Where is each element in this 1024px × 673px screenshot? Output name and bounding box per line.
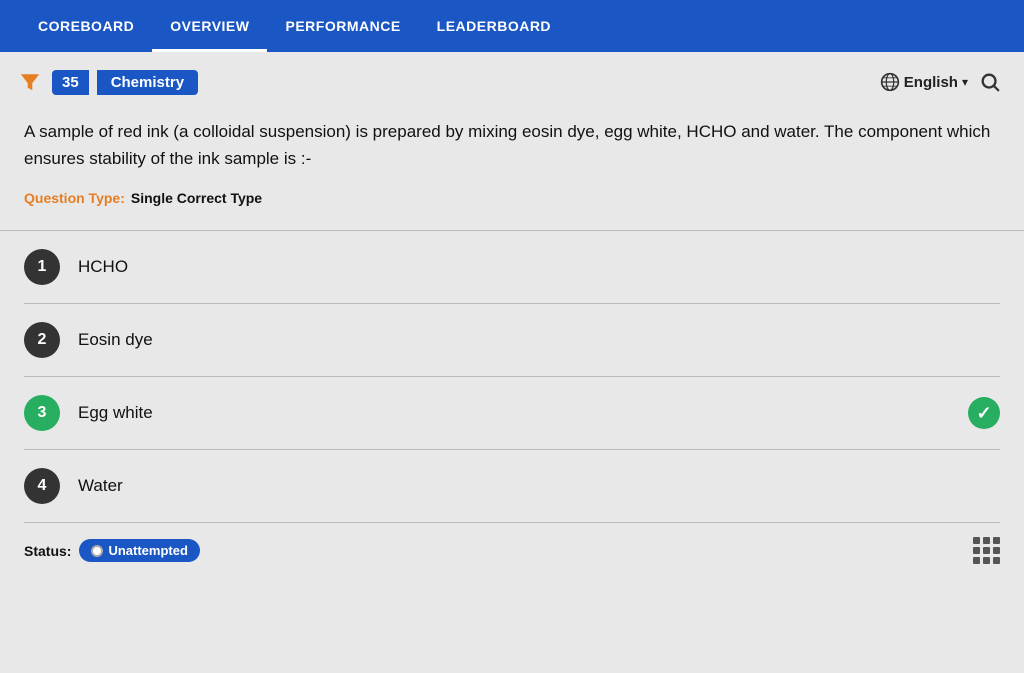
status-row: Status: Unattempted <box>0 523 1024 574</box>
option-4-row[interactable]: 4 Water <box>24 450 1000 523</box>
option-1-circle: 1 <box>24 249 60 285</box>
grid-icon[interactable] <box>973 537 1000 564</box>
status-section: Status: Unattempted <box>24 539 200 562</box>
options-list: 1 HCHO 2 Eosin dye 3 Egg white ✓ 4 Water <box>0 231 1024 523</box>
chevron-down-icon: ▾ <box>962 75 968 89</box>
nav-performance[interactable]: PERFORMANCE <box>267 0 418 52</box>
search-button[interactable] <box>976 68 1004 96</box>
option-2-text: Eosin dye <box>78 330 153 350</box>
correct-answer-mark: ✓ <box>968 397 1000 429</box>
filter-icon[interactable] <box>16 68 44 96</box>
option-4-text: Water <box>78 476 123 496</box>
status-label: Status: <box>24 543 71 559</box>
status-badge: Unattempted <box>79 539 199 562</box>
option-4-circle: 4 <box>24 468 60 504</box>
option-2-row[interactable]: 2 Eosin dye <box>24 304 1000 377</box>
status-icon <box>91 545 103 557</box>
globe-icon <box>880 72 900 92</box>
navigation-bar: COREBOARD OVERVIEW PERFORMANCE LEADERBOA… <box>0 0 1024 52</box>
question-number: 35 <box>52 70 89 95</box>
language-label: English <box>904 74 958 91</box>
nav-coreboard[interactable]: COREBOARD <box>20 0 152 52</box>
nav-overview[interactable]: OVERVIEW <box>152 0 267 52</box>
question-type-value: Single Correct Type <box>131 190 262 206</box>
search-icon <box>979 71 1001 93</box>
header-row: 35 Chemistry English ▾ <box>0 52 1024 108</box>
option-3-row[interactable]: 3 Egg white ✓ <box>24 377 1000 450</box>
option-1-text: HCHO <box>78 257 128 277</box>
nav-leaderboard[interactable]: LEADERBOARD <box>419 0 569 52</box>
question-type-row: Question Type: Single Correct Type <box>24 190 1000 214</box>
main-content: 35 Chemistry English ▾ <box>0 52 1024 673</box>
question-body: A sample of red ink (a colloidal suspens… <box>0 108 1024 230</box>
option-2-circle: 2 <box>24 322 60 358</box>
header-left: 35 Chemistry <box>16 68 198 96</box>
header-right: English ▾ <box>880 68 1004 96</box>
language-selector[interactable]: English ▾ <box>880 72 968 92</box>
question-type-label: Question Type: <box>24 190 125 206</box>
question-text: A sample of red ink (a colloidal suspens… <box>24 118 1000 172</box>
subject-label: Chemistry <box>97 70 198 95</box>
option-3-circle: 3 <box>24 395 60 431</box>
status-value: Unattempted <box>108 543 187 558</box>
option-3-text: Egg white <box>78 403 153 423</box>
option-1-row[interactable]: 1 HCHO <box>24 231 1000 304</box>
